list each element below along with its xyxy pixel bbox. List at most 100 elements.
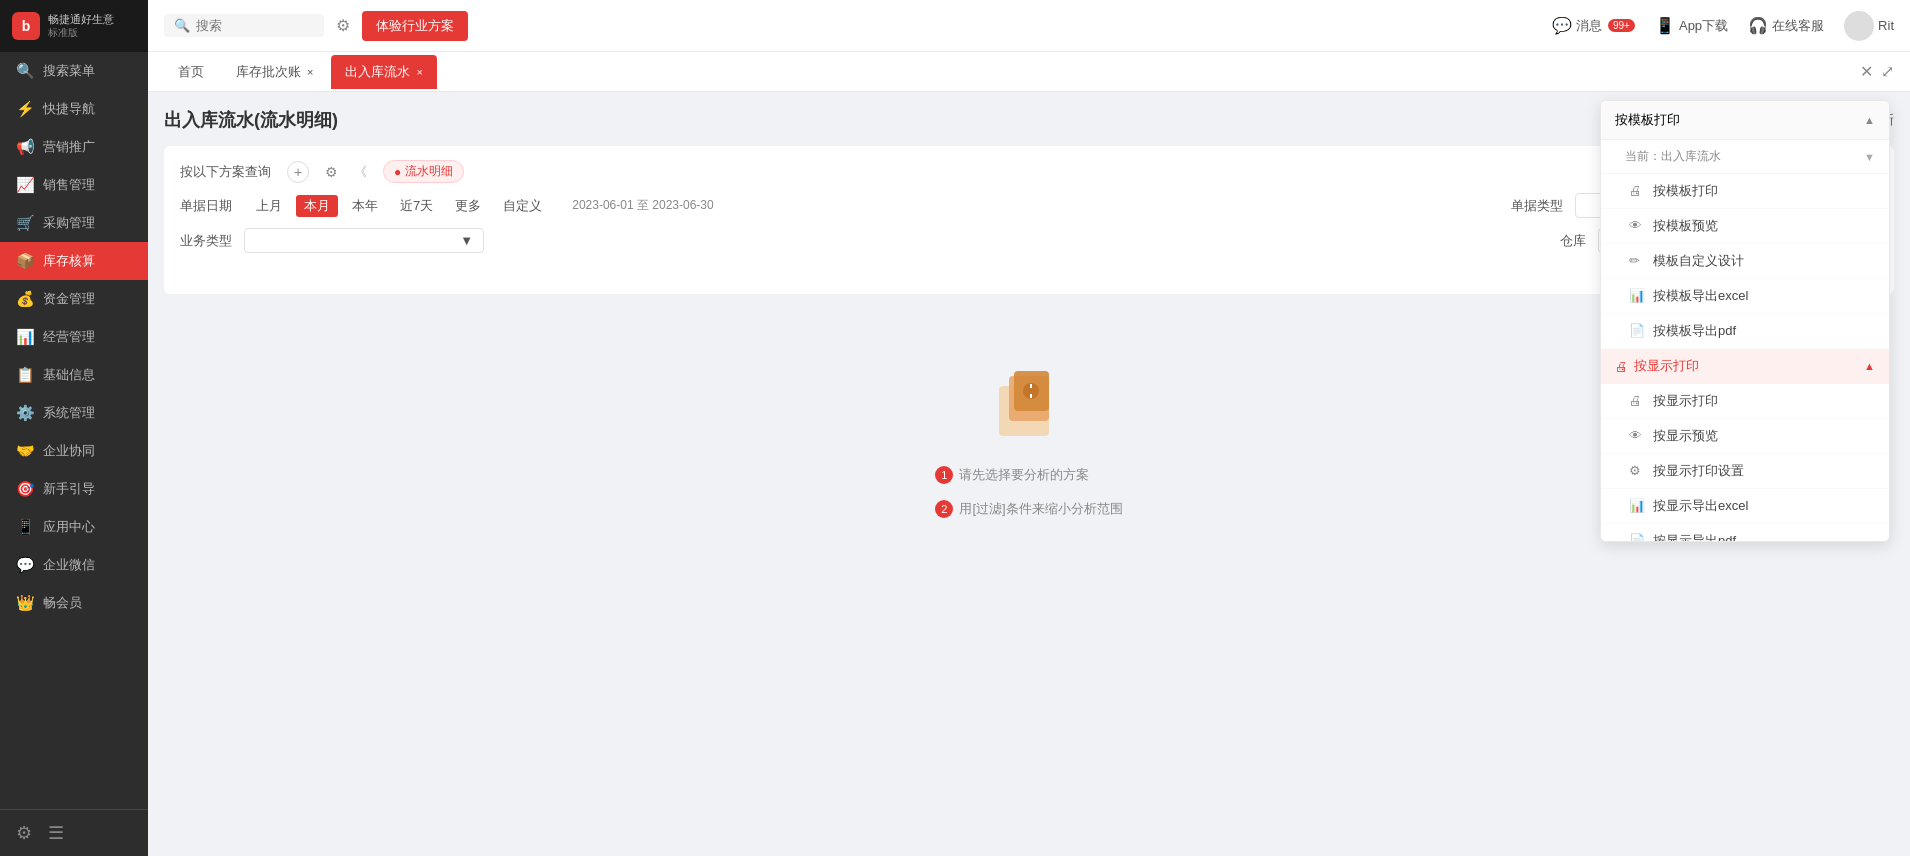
dropdown-header[interactable]: 按模板打印 ▲ — [1601, 101, 1889, 140]
tab-inventory-batch[interactable]: 库存批次账 × — [222, 55, 327, 89]
topbar-settings-icon[interactable]: ⚙ — [336, 16, 350, 35]
search-icon: 🔍 — [16, 62, 35, 80]
item-label: 按显示导出pdf — [1653, 532, 1736, 541]
date-option-this-year[interactable]: 本年 — [344, 195, 386, 217]
print-display-icon: 🖨 — [1615, 359, 1628, 374]
item-label: 按显示导出excel — [1653, 497, 1748, 515]
item-label: 按模板导出excel — [1653, 287, 1748, 305]
dropdown-item-template-excel[interactable]: 📊 按模板导出excel — [1601, 279, 1889, 314]
sidebar-item-member[interactable]: 👑 畅会员 — [0, 584, 148, 622]
sidebar-item-label: 库存核算 — [43, 252, 95, 270]
page-title: 出入库流水(流水明细) — [164, 108, 338, 132]
preview-icon: 👁 — [1629, 428, 1645, 444]
user-avatar-item[interactable]: Rit — [1844, 11, 1894, 41]
expand-window-icon[interactable]: ⤢ — [1881, 62, 1894, 81]
collab-icon: 🤝 — [16, 442, 35, 460]
active-filter-tag[interactable]: ● 流水明细 — [383, 160, 464, 183]
settings-icon: ⚙ — [1629, 463, 1645, 479]
sidebar-item-inventory[interactable]: 📦 库存核算 — [0, 242, 148, 280]
date-option-custom[interactable]: 自定义 — [495, 195, 550, 217]
print-icon: 🖨 — [1629, 393, 1645, 409]
industry-solution-button[interactable]: 体验行业方案 — [362, 11, 468, 41]
empty-state-illustration — [989, 366, 1069, 446]
sidebar-item-sales[interactable]: 📈 销售管理 — [0, 166, 148, 204]
sidebar-item-label: 快捷导航 — [43, 100, 95, 118]
add-filter-button[interactable]: + — [287, 161, 309, 183]
sidebar-settings-icon[interactable]: ⚙ — [16, 822, 32, 844]
date-label: 单据日期 — [180, 197, 232, 215]
sidebar-expand-icon[interactable]: ☰ — [48, 822, 64, 844]
business-type-select[interactable]: ▼ — [244, 228, 484, 253]
dropdown-item-display-settings[interactable]: ⚙ 按显示打印设置 — [1601, 454, 1889, 489]
sidebar-item-label: 系统管理 — [43, 404, 95, 422]
tab-inventory-flow-label: 出入库流水 — [345, 63, 410, 81]
design-icon: ✏ — [1629, 253, 1645, 269]
sidebar-item-label: 资金管理 — [43, 290, 95, 308]
app-download-item[interactable]: 📱 App下载 — [1655, 16, 1728, 35]
tab-inventory-batch-close[interactable]: × — [307, 66, 313, 78]
dropdown-item-display-print[interactable]: 🖨 按显示打印 — [1601, 384, 1889, 419]
dropdown-item-display-pdf[interactable]: 📄 按显示导出pdf — [1601, 524, 1889, 541]
finance-icon: 💰 — [16, 290, 35, 308]
tip-2-text: 用[过滤]条件来缩小分析范围 — [959, 496, 1122, 522]
topbar-search-box[interactable]: 🔍 — [164, 14, 324, 37]
tab-inventory-flow[interactable]: 出入库流水 × — [331, 55, 436, 89]
sidebar-item-label: 企业微信 — [43, 556, 95, 574]
message-icon: 💬 — [1552, 16, 1572, 35]
sidebar-item-search[interactable]: 🔍 搜索菜单 — [0, 52, 148, 90]
topbar-right: 💬 消息 99+ 📱 App下载 🎧 在线客服 Rit — [1552, 11, 1894, 41]
sidebar-item-marketing[interactable]: 📢 营销推广 — [0, 128, 148, 166]
message-item[interactable]: 💬 消息 99+ — [1552, 16, 1635, 35]
sidebar-item-quick-nav[interactable]: ⚡ 快捷导航 — [0, 90, 148, 128]
sidebar-item-basic-info[interactable]: 📋 基础信息 — [0, 356, 148, 394]
sidebar-item-wechat[interactable]: 💬 企业微信 — [0, 546, 148, 584]
online-service-item[interactable]: 🎧 在线客服 — [1748, 16, 1824, 35]
dropdown-item-display-preview[interactable]: 👁 按显示预览 — [1601, 419, 1889, 454]
tabs-bar: 首页 库存批次账 × 出入库流水 × ✕ ⤢ — [148, 52, 1910, 92]
sidebar-item-operations[interactable]: 📊 经营管理 — [0, 318, 148, 356]
sidebar-nav: 🔍 搜索菜单 ⚡ 快捷导航 📢 营销推广 📈 销售管理 🛒 采购管理 📦 库存核… — [0, 52, 148, 809]
date-option-this-month[interactable]: 本月 — [296, 195, 338, 217]
business-type-label: 业务类型 — [180, 232, 232, 250]
filter-collapse-icon[interactable]: 《 — [354, 163, 367, 181]
close-window-icon[interactable]: ✕ — [1860, 62, 1873, 81]
chevron-down-icon: ▼ — [460, 233, 473, 248]
dropdown-section-display[interactable]: 🖨 按显示打印 ▲ — [1601, 349, 1889, 384]
date-option-more[interactable]: 更多 — [447, 195, 489, 217]
dropdown-item-template-print[interactable]: 🖨 按模板打印 — [1601, 174, 1889, 209]
dropdown-item-template-design[interactable]: ✏ 模板自定义设计 — [1601, 244, 1889, 279]
preview-icon: 👁 — [1629, 218, 1645, 234]
headset-icon: 🎧 — [1748, 16, 1768, 35]
date-option-last-month[interactable]: 上月 — [248, 195, 290, 217]
dropdown-item-template-preview[interactable]: 👁 按模板预览 — [1601, 209, 1889, 244]
section-title: 🖨 按显示打印 — [1615, 357, 1699, 375]
sidebar-item-finance[interactable]: 💰 资金管理 — [0, 280, 148, 318]
tab-home[interactable]: 首页 — [164, 55, 218, 89]
app-download-icon: 📱 — [1655, 16, 1675, 35]
search-input[interactable] — [196, 18, 314, 33]
empty-tips: 1 请先选择要分析的方案 2 用[过滤]条件来缩小分析范围 — [935, 462, 1122, 522]
sidebar-item-label: 畅会员 — [43, 594, 82, 612]
item-label: 按显示预览 — [1653, 427, 1718, 445]
dropdown-item-display-excel[interactable]: 📊 按显示导出excel — [1601, 489, 1889, 524]
sidebar-item-system[interactable]: ⚙️ 系统管理 — [0, 394, 148, 432]
date-option-7days[interactable]: 近7天 — [392, 195, 441, 217]
section-display-label: 按显示打印 — [1634, 357, 1699, 375]
search-icon: 🔍 — [174, 18, 190, 33]
sidebar-item-collab[interactable]: 🤝 企业协同 — [0, 432, 148, 470]
sidebar-item-guide[interactable]: 🎯 新手引导 — [0, 470, 148, 508]
tab-inventory-flow-close[interactable]: × — [416, 66, 422, 78]
dropdown-scroll: 按模板打印 ▲ 当前：出入库流水 ▼ 🖨 按模板打印 👁 按模板预览 ✏ 模板自… — [1601, 101, 1889, 541]
app-download-label: App下载 — [1679, 17, 1728, 35]
topbar: 🔍 ⚙ 体验行业方案 💬 消息 99+ 📱 App下载 🎧 在线客服 Rit — [148, 0, 1910, 52]
sidebar-item-purchase[interactable]: 🛒 采购管理 — [0, 204, 148, 242]
operations-icon: 📊 — [16, 328, 35, 346]
filter-settings-icon[interactable]: ⚙ — [325, 164, 338, 180]
wechat-icon: 💬 — [16, 556, 35, 574]
tabs-window-controls: ✕ ⤢ — [1860, 62, 1894, 81]
pdf-icon: 📄 — [1629, 533, 1645, 541]
dropdown-item-template-pdf[interactable]: 📄 按模板导出pdf — [1601, 314, 1889, 349]
tip-1-number: 1 — [935, 466, 953, 484]
sidebar-item-app-center[interactable]: 📱 应用中心 — [0, 508, 148, 546]
item-label: 按模板导出pdf — [1653, 322, 1736, 340]
